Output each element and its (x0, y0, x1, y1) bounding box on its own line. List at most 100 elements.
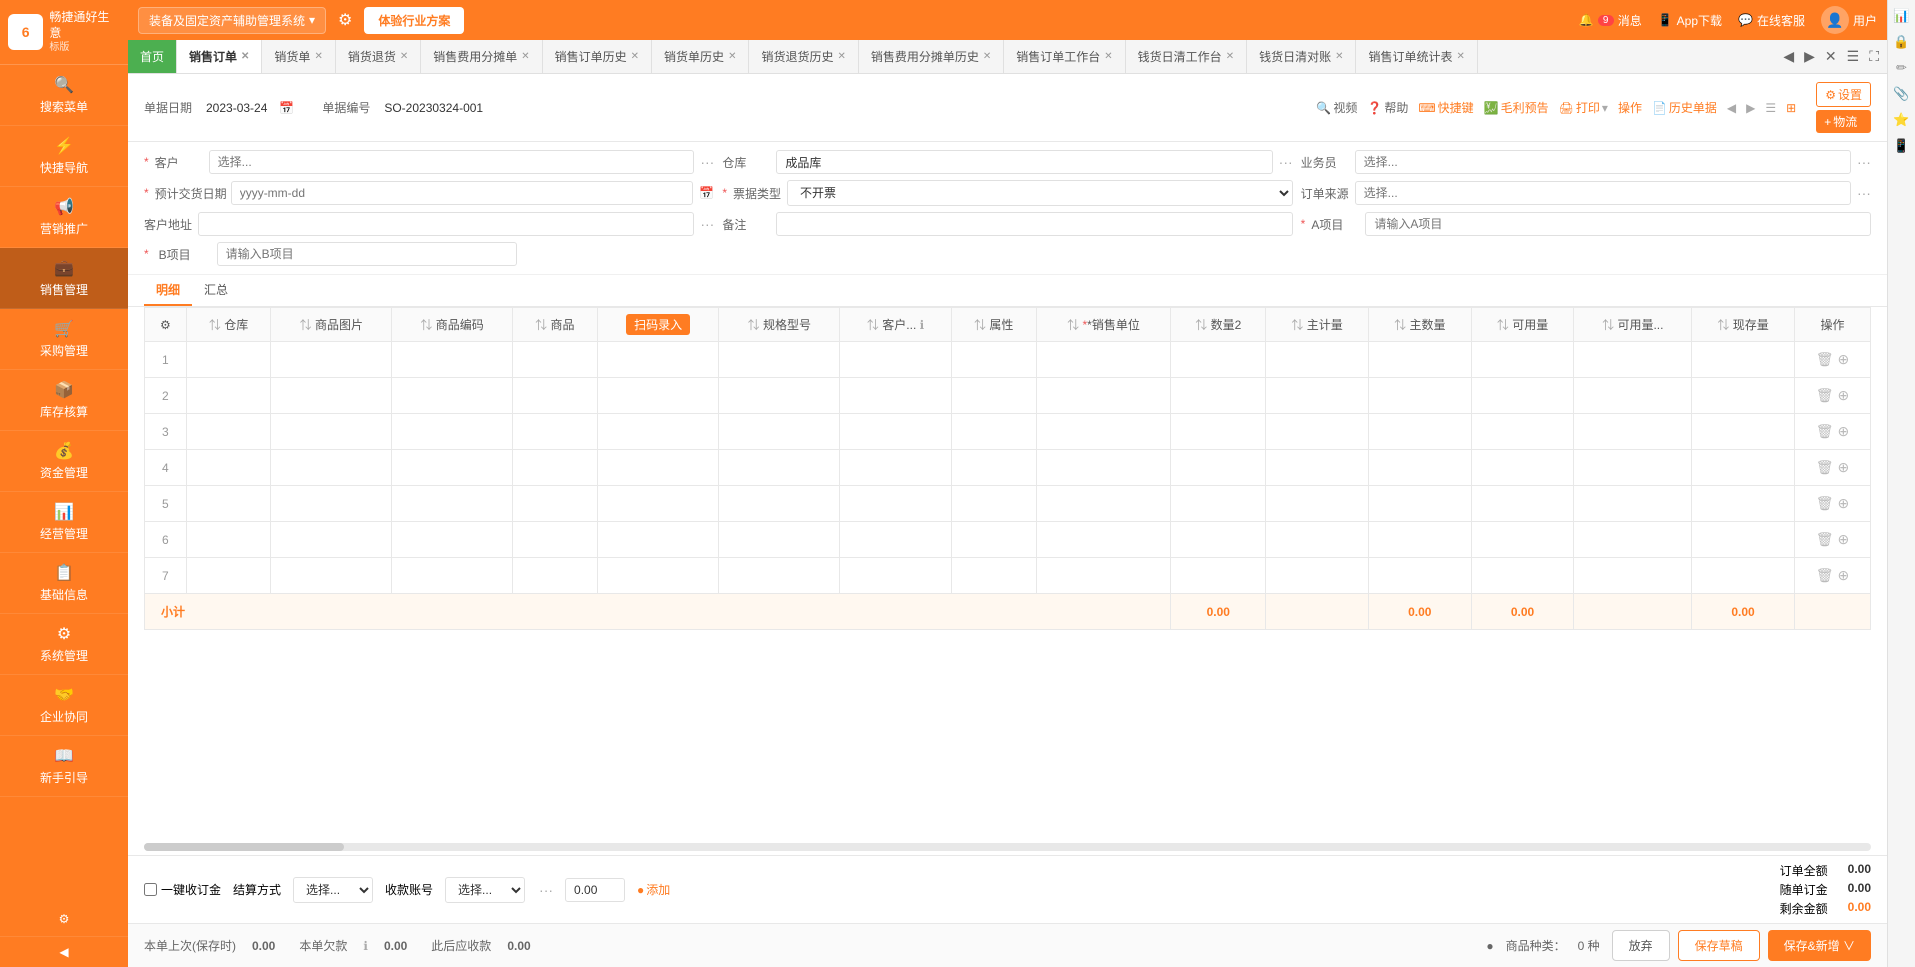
row-qty2[interactable] (1171, 486, 1266, 522)
row-main-qty[interactable] (1368, 378, 1471, 414)
sidebar-item-cooperate[interactable]: 🤝 企业协同 (0, 675, 128, 736)
print-btn[interactable]: 🖨 打印 ▾ (1559, 99, 1608, 116)
address-more-icon[interactable]: ··· (700, 216, 714, 232)
row-product-img[interactable] (271, 378, 392, 414)
row-avail[interactable] (1471, 558, 1574, 594)
copy-row-btn[interactable]: ⊕ (1837, 387, 1849, 404)
delete-row-btn[interactable]: 🗑 (1816, 459, 1834, 476)
online-service-btn[interactable]: 💬 在线客服 (1738, 12, 1805, 29)
one-click-checkbox[interactable] (144, 883, 157, 896)
row-scan[interactable] (597, 558, 719, 594)
copy-row-btn[interactable]: ⊕ (1837, 459, 1849, 476)
current-debt-info[interactable]: ℹ (363, 939, 368, 953)
row-customer-code[interactable] (840, 378, 952, 414)
user-btn[interactable]: 👤 用户 (1821, 6, 1877, 34)
row-product[interactable] (513, 342, 598, 378)
row-product[interactable] (513, 558, 598, 594)
customer-address-input[interactable] (198, 212, 694, 236)
order-source-more-icon[interactable]: ··· (1857, 185, 1871, 201)
sort-icon[interactable]: ⇅ (974, 318, 986, 332)
row-main-unit[interactable] (1266, 378, 1369, 414)
tab-close-icon[interactable]: ✕ (1226, 51, 1234, 62)
row-warehouse[interactable] (186, 450, 271, 486)
right-tool-phone[interactable]: 📱 (1890, 134, 1914, 158)
row-current[interactable] (1692, 342, 1795, 378)
shortcut-btn[interactable]: ⌨ 快捷键 (1418, 99, 1473, 116)
nav-next-btn[interactable]: ▶ (1746, 101, 1755, 115)
sort-icon[interactable]: ⇅ (1067, 318, 1079, 332)
row-avail2[interactable] (1574, 378, 1692, 414)
row-current[interactable] (1692, 414, 1795, 450)
row-warehouse[interactable] (186, 414, 271, 450)
row-qty2[interactable] (1171, 414, 1266, 450)
sort-icon[interactable]: ⇅ (535, 318, 547, 332)
sort-icon[interactable]: ⇅ (1394, 318, 1406, 332)
row-sales-unit[interactable] (1036, 558, 1171, 594)
row-sales-unit[interactable] (1036, 522, 1171, 558)
notification-btn[interactable]: 🔔 9 消息 (1579, 12, 1642, 29)
row-main-unit[interactable] (1266, 558, 1369, 594)
row-main-qty[interactable] (1368, 450, 1471, 486)
delete-row-btn[interactable]: 🗑 (1816, 387, 1834, 404)
industry-btn[interactable]: 体验行业方案 (364, 7, 464, 34)
row-product-img[interactable] (271, 414, 392, 450)
tab-cash-reconcile[interactable]: 钱货日清对账 ✕ (1247, 40, 1356, 73)
row-qty2[interactable] (1171, 558, 1266, 594)
row-product-code[interactable] (392, 450, 513, 486)
row-product-img[interactable] (271, 450, 392, 486)
view-btn[interactable]: 🔍 视频 (1316, 99, 1357, 116)
row-product-code[interactable] (392, 378, 513, 414)
sidebar-item-search[interactable]: 🔍 搜索菜单 (0, 65, 128, 126)
row-product[interactable] (513, 378, 598, 414)
detail-tab-detail[interactable]: 明细 (144, 275, 192, 306)
copy-row-btn[interactable]: ⊕ (1837, 567, 1849, 584)
row-product-img[interactable] (271, 342, 392, 378)
row-scan[interactable] (597, 522, 719, 558)
tab-close-icon[interactable]: ✕ (1104, 51, 1112, 62)
tab-order-workbench[interactable]: 销售订单工作台 ✕ (1004, 40, 1125, 73)
right-tool-edit[interactable]: ✏ (1890, 56, 1914, 80)
sort-icon[interactable]: ⇅ (1602, 318, 1614, 332)
row-avail2[interactable] (1574, 558, 1692, 594)
tab-close-all-btn[interactable]: ✕ (1821, 46, 1841, 67)
copy-row-btn[interactable]: ⊕ (1837, 423, 1849, 440)
tab-return-history[interactable]: 销货退货历史 ✕ (749, 40, 858, 73)
row-avail2[interactable] (1574, 450, 1692, 486)
row-customer-code[interactable] (840, 450, 952, 486)
row-avail2[interactable] (1574, 414, 1692, 450)
row-main-qty[interactable] (1368, 342, 1471, 378)
tab-sales-order[interactable]: 销售订单 ✕ (177, 40, 262, 73)
row-main-unit[interactable] (1266, 414, 1369, 450)
row-avail[interactable] (1471, 450, 1574, 486)
row-main-qty[interactable] (1368, 558, 1471, 594)
row-qty2[interactable] (1171, 342, 1266, 378)
row-sales-unit[interactable] (1036, 342, 1171, 378)
sidebar-item-operation[interactable]: 📊 经营管理 (0, 492, 128, 553)
row-customer-code[interactable] (840, 558, 952, 594)
operate-btn[interactable]: 操作 (1618, 99, 1642, 116)
row-customer-code[interactable] (840, 486, 952, 522)
row-current[interactable] (1692, 450, 1795, 486)
right-tool-clip[interactable]: 📎 (1890, 82, 1914, 106)
tab-close-icon[interactable]: ✕ (400, 51, 408, 62)
info-icon[interactable]: ℹ (920, 318, 925, 332)
row-warehouse[interactable] (186, 522, 271, 558)
sidebar-item-purchase[interactable]: 🛒 采购管理 (0, 309, 128, 370)
row-sales-unit[interactable] (1036, 450, 1171, 486)
row-scan[interactable] (597, 450, 719, 486)
row-product-code[interactable] (392, 342, 513, 378)
tab-sales-order-history[interactable]: 销售订单历史 ✕ (543, 40, 652, 73)
tab-expense-history[interactable]: 销售费用分摊单历史 ✕ (859, 40, 1004, 73)
tab-cash-workbench[interactable]: 钱货日清工作台 ✕ (1126, 40, 1247, 73)
row-product[interactable] (513, 414, 598, 450)
delete-row-btn[interactable]: 🗑 (1816, 351, 1834, 368)
row-avail[interactable] (1471, 414, 1574, 450)
logistics-btn[interactable]: + 物流 (1816, 110, 1871, 133)
tab-close-icon[interactable]: ✕ (521, 51, 529, 62)
row-warehouse[interactable] (186, 486, 271, 522)
row-attr[interactable] (951, 450, 1036, 486)
col-settings-icon[interactable]: ⚙ (160, 318, 171, 332)
row-sales-unit[interactable] (1036, 486, 1171, 522)
payment-method-select[interactable]: 选择... (293, 877, 373, 903)
row-product[interactable] (513, 486, 598, 522)
